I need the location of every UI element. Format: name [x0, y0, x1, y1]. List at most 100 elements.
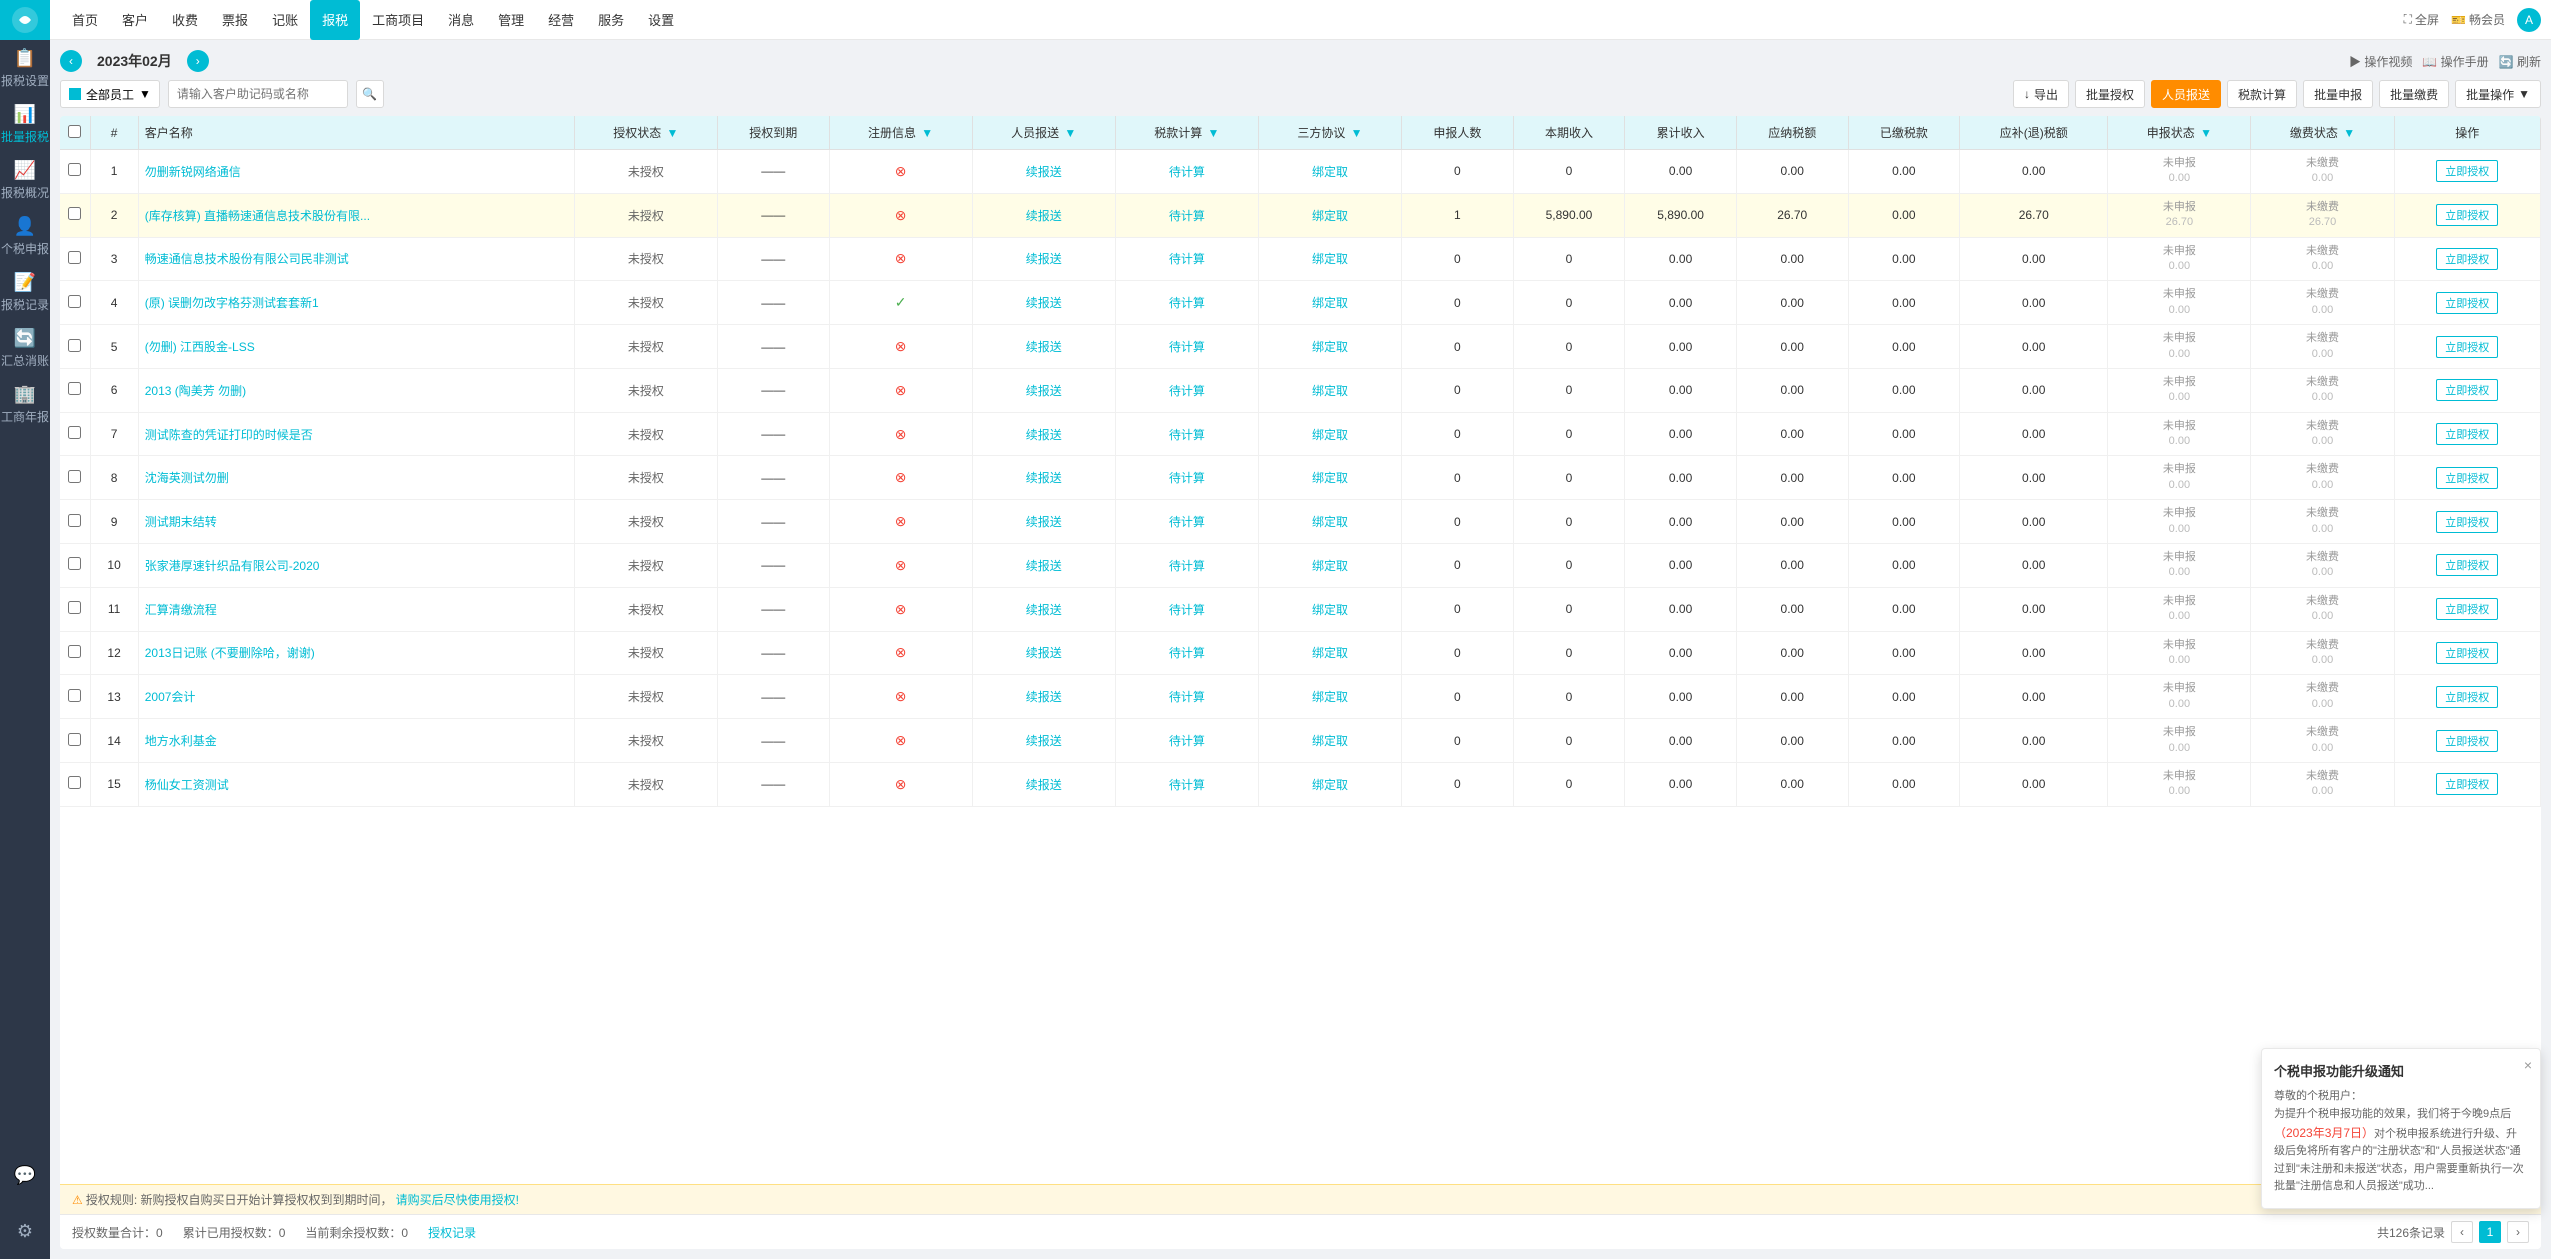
- cell-triparty[interactable]: 绑定取: [1258, 325, 1401, 369]
- tax-calc-link-5[interactable]: 待计算: [1169, 384, 1205, 398]
- cell-customer[interactable]: (库存核算) 直播畅速通信息技术股份有限...: [138, 193, 574, 237]
- sidebar-item-gongshang-nian[interactable]: 🏢 工商年报: [0, 376, 50, 432]
- people-report-link-2[interactable]: 续报送: [1026, 252, 1062, 266]
- row-checkbox-3[interactable]: [68, 295, 81, 308]
- customer-link-10[interactable]: 汇算清缴流程: [145, 603, 217, 617]
- notice-close-btn[interactable]: ×: [2524, 1057, 2532, 1073]
- cell-action[interactable]: 立即授权: [2394, 368, 2540, 412]
- tax-calc-link-2[interactable]: 待计算: [1169, 252, 1205, 266]
- cell-tax-calc[interactable]: 待计算: [1115, 193, 1258, 237]
- search-input[interactable]: [168, 80, 348, 108]
- auth-action-btn-1[interactable]: 立即授权: [2436, 204, 2498, 226]
- cell-triparty[interactable]: 绑定取: [1258, 587, 1401, 631]
- triparty-link-14[interactable]: 绑定取: [1312, 778, 1348, 792]
- cell-triparty[interactable]: 绑定取: [1258, 631, 1401, 675]
- cell-action[interactable]: 立即授权: [2394, 762, 2540, 806]
- customer-link-6[interactable]: 测试陈查的凭证打印的时候是否: [145, 428, 313, 442]
- cell-tax-calc[interactable]: 待计算: [1115, 281, 1258, 325]
- nav-home[interactable]: 首页: [60, 0, 110, 40]
- triparty-link-1[interactable]: 绑定取: [1312, 209, 1348, 223]
- cell-action[interactable]: 立即授权: [2394, 412, 2540, 456]
- customer-link-5[interactable]: 2013 (陶美芳 勿删): [145, 384, 246, 398]
- cell-people-report[interactable]: 续报送: [972, 193, 1115, 237]
- cell-triparty[interactable]: 绑定取: [1258, 762, 1401, 806]
- triparty-link-3[interactable]: 绑定取: [1312, 296, 1348, 310]
- cell-customer[interactable]: 2013 (陶美芳 勿删): [138, 368, 574, 412]
- tax-calc-link-0[interactable]: 待计算: [1169, 165, 1205, 179]
- auth-action-btn-11[interactable]: 立即授权: [2436, 642, 2498, 664]
- cell-customer[interactable]: 测试期末结转: [138, 500, 574, 544]
- people-report-link-5[interactable]: 续报送: [1026, 384, 1062, 398]
- triparty-link-13[interactable]: 绑定取: [1312, 734, 1348, 748]
- row-checkbox-9[interactable]: [68, 557, 81, 570]
- customer-link-7[interactable]: 沈海英测试勿删: [145, 471, 229, 485]
- row-checkbox-5[interactable]: [68, 382, 81, 395]
- select-all-checkbox[interactable]: [68, 125, 81, 138]
- tax-calc-link-4[interactable]: 待计算: [1169, 340, 1205, 354]
- row-checkbox-13[interactable]: [68, 733, 81, 746]
- prev-period-btn[interactable]: ‹: [60, 50, 82, 72]
- cell-checkbox[interactable]: [60, 719, 90, 763]
- nav-customer[interactable]: 客户: [110, 0, 160, 40]
- sidebar-item-settings[interactable]: ⚙: [0, 1203, 50, 1259]
- cell-people-report[interactable]: 续报送: [972, 762, 1115, 806]
- row-checkbox-4[interactable]: [68, 339, 81, 352]
- nav-fuwu[interactable]: 服务: [586, 0, 636, 40]
- triparty-link-11[interactable]: 绑定取: [1312, 646, 1348, 660]
- cell-people-report[interactable]: 续报送: [972, 368, 1115, 412]
- auth-action-btn-7[interactable]: 立即授权: [2436, 467, 2498, 489]
- member-btn[interactable]: 🎫 畅会员: [2451, 11, 2505, 28]
- cell-triparty[interactable]: 绑定取: [1258, 675, 1401, 719]
- refresh-btn[interactable]: 🔄 刷新: [2499, 53, 2541, 70]
- nav-guanli[interactable]: 管理: [486, 0, 536, 40]
- search-button[interactable]: 🔍: [356, 80, 384, 108]
- cell-triparty[interactable]: 绑定取: [1258, 719, 1401, 763]
- people-report-link-10[interactable]: 续报送: [1026, 603, 1062, 617]
- cell-tax-calc[interactable]: 待计算: [1115, 675, 1258, 719]
- cell-triparty[interactable]: 绑定取: [1258, 281, 1401, 325]
- sidebar-item-piliang-baoshui[interactable]: 📊 批量报税: [0, 96, 50, 152]
- auth-action-btn-8[interactable]: 立即授权: [2436, 511, 2498, 533]
- cell-checkbox[interactable]: [60, 675, 90, 719]
- nav-jizhan[interactable]: 记账: [260, 0, 310, 40]
- th-tax-calc[interactable]: 税款计算 ▼: [1115, 116, 1258, 150]
- cell-action[interactable]: 立即授权: [2394, 193, 2540, 237]
- auth-action-btn-12[interactable]: 立即授权: [2436, 686, 2498, 708]
- cell-tax-calc[interactable]: 待计算: [1115, 150, 1258, 194]
- export-button[interactable]: ↓ 导出: [2013, 80, 2069, 108]
- customer-link-8[interactable]: 测试期末结转: [145, 515, 217, 529]
- people-report-link-12[interactable]: 续报送: [1026, 690, 1062, 704]
- cell-triparty[interactable]: 绑定取: [1258, 237, 1401, 281]
- tax-calc-link-6[interactable]: 待计算: [1169, 428, 1205, 442]
- cell-tax-calc[interactable]: 待计算: [1115, 544, 1258, 588]
- auth-action-btn-3[interactable]: 立即授权: [2436, 292, 2498, 314]
- tax-calc-link-9[interactable]: 待计算: [1169, 559, 1205, 573]
- nav-baoshui[interactable]: 报税: [310, 0, 360, 40]
- cell-action[interactable]: 立即授权: [2394, 675, 2540, 719]
- auth-action-btn-5[interactable]: 立即授权: [2436, 379, 2498, 401]
- batch-auth-button[interactable]: 批量授权: [2075, 80, 2145, 108]
- auth-action-btn-6[interactable]: 立即授权: [2436, 423, 2498, 445]
- cell-action[interactable]: 立即授权: [2394, 631, 2540, 675]
- tax-calc-link-11[interactable]: 待计算: [1169, 646, 1205, 660]
- cell-tax-calc[interactable]: 待计算: [1115, 631, 1258, 675]
- triparty-link-6[interactable]: 绑定取: [1312, 428, 1348, 442]
- row-checkbox-14[interactable]: [68, 776, 81, 789]
- batch-report-button[interactable]: 批量申报: [2303, 80, 2373, 108]
- people-report-link-6[interactable]: 续报送: [1026, 428, 1062, 442]
- row-checkbox-12[interactable]: [68, 689, 81, 702]
- cell-tax-calc[interactable]: 待计算: [1115, 325, 1258, 369]
- batch-pay-button[interactable]: 批量缴费: [2379, 80, 2449, 108]
- nav-shezhi[interactable]: 设置: [636, 0, 686, 40]
- cell-customer[interactable]: (勿删) 江西股金-LSS: [138, 325, 574, 369]
- cell-triparty[interactable]: 绑定取: [1258, 193, 1401, 237]
- prev-page-btn[interactable]: ‹: [2451, 1221, 2473, 1243]
- cell-action[interactable]: 立即授权: [2394, 325, 2540, 369]
- auth-action-btn-9[interactable]: 立即授权: [2436, 554, 2498, 576]
- cell-action[interactable]: 立即授权: [2394, 237, 2540, 281]
- cell-checkbox[interactable]: [60, 281, 90, 325]
- cell-triparty[interactable]: 绑定取: [1258, 500, 1401, 544]
- people-report-link-0[interactable]: 续报送: [1026, 165, 1062, 179]
- cell-customer[interactable]: 地方水利基金: [138, 719, 574, 763]
- row-checkbox-0[interactable]: [68, 163, 81, 176]
